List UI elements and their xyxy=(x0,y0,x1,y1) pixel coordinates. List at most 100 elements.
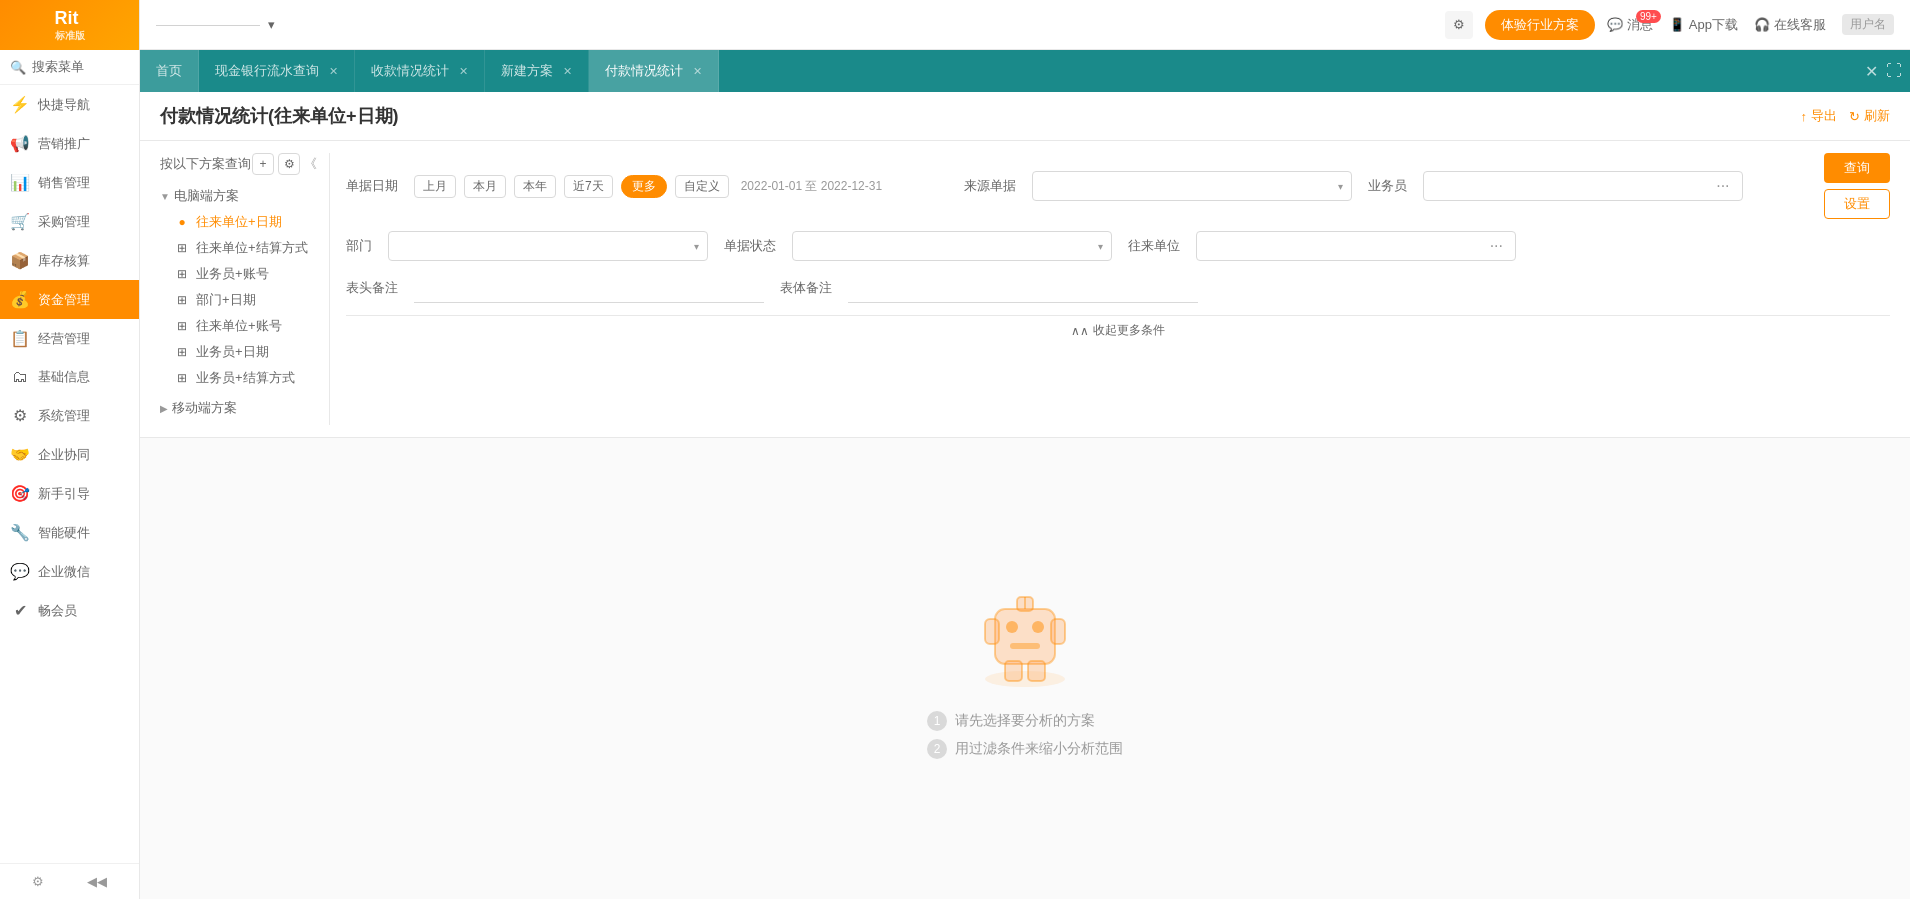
scheme-group-mobile: ▶移动端方案 xyxy=(160,395,317,421)
date-label: 单据日期 xyxy=(346,177,398,195)
empty-state: 1 请先选择要分析的方案 2 用过滤条件来缩小分析范围 xyxy=(140,438,1910,899)
chevron-up-icon: ∧∧ xyxy=(1071,324,1089,338)
source-select[interactable]: ▾ xyxy=(1032,171,1352,201)
scheme-group-title-desktop[interactable]: ▼电脑端方案 xyxy=(160,183,317,209)
salesman-select[interactable]: ··· xyxy=(1423,171,1743,201)
scheme-item-partner-date[interactable]: ●往来单位+日期 xyxy=(168,209,317,235)
message-btn[interactable]: 💬 消息 99+ xyxy=(1607,16,1653,34)
partner-select[interactable]: ··· xyxy=(1196,231,1516,261)
tab-home[interactable]: 首页 xyxy=(140,50,199,92)
scheme-item-partner-account[interactable]: ⊞往来单位+账号 xyxy=(168,313,317,339)
scheme-item-dept-date[interactable]: ⊞部门+日期 xyxy=(168,287,317,313)
basic-info-icon: 🗂 xyxy=(10,368,30,386)
tab-label-home: 首页 xyxy=(156,62,182,80)
sidebar-item-marketing[interactable]: 📢营销推广 xyxy=(0,124,139,163)
body-note-input[interactable] xyxy=(848,273,1198,303)
empty-illustration xyxy=(965,579,1085,699)
scheme-add-btn[interactable]: + xyxy=(252,153,274,175)
date-btn-last-month[interactable]: 上月 xyxy=(414,175,456,198)
dept-select[interactable]: ▾ xyxy=(388,231,708,261)
app-download-btn[interactable]: 📱 App下载 xyxy=(1669,16,1738,34)
tab-close-payment-detail[interactable]: ✕ xyxy=(693,65,702,78)
sidebar-label-purchase: 采购管理 xyxy=(38,213,90,231)
sidebar-item-hardware[interactable]: 🔧智能硬件 xyxy=(0,513,139,552)
sidebar-label-finance: 资金管理 xyxy=(38,291,90,309)
guide-icon: 🎯 xyxy=(10,484,30,503)
tab-close-all-btn[interactable]: ✕ xyxy=(1865,62,1878,81)
sidebar-item-purchase[interactable]: 🛒采购管理 xyxy=(0,202,139,241)
date-btn-more[interactable]: 更多 xyxy=(621,175,667,198)
sidebar-label-guide: 新手引导 xyxy=(38,485,90,503)
tab-expand-btn[interactable]: ⛶ xyxy=(1886,62,1902,80)
scheme-group-title-mobile[interactable]: ▶移动端方案 xyxy=(160,395,317,421)
collapse-more-btn[interactable]: ∧∧ 收起更多条件 xyxy=(346,315,1890,345)
date-options: 上月 本月 本年 近7天 更多 自定义 2022-01-01 至 2022-12… xyxy=(414,175,882,198)
filter-row-1: 单据日期 上月 本月 本年 近7天 更多 自定义 2022-01-01 至 20… xyxy=(346,153,1890,219)
sidebar-label-operation: 经营管理 xyxy=(38,330,90,348)
operation-icon: 📋 xyxy=(10,329,30,348)
enterprise-icon: 🤝 xyxy=(10,445,30,464)
collapse-icon[interactable]: ◀◀ xyxy=(87,874,107,889)
sidebar-item-enterprise[interactable]: 🤝企业协同 xyxy=(0,435,139,474)
sidebar-item-finance[interactable]: 💰资金管理 xyxy=(0,280,139,319)
scheme-item-salesman-account[interactable]: ⊞业务员+账号 xyxy=(168,261,317,287)
sidebar-item-sales[interactable]: 📊销售管理 xyxy=(0,163,139,202)
doc-status-select[interactable]: ▾ xyxy=(792,231,1112,261)
svg-rect-8 xyxy=(1010,643,1040,649)
tab-close-new-scheme[interactable]: ✕ xyxy=(563,65,572,78)
empty-tip-2: 2 用过滤条件来缩小分析范围 xyxy=(927,739,1123,759)
scheme-item-icon-partner-settle: ⊞ xyxy=(174,241,190,255)
sidebar-item-guide[interactable]: 🎯 新手引导 xyxy=(0,474,139,513)
tab-close-payment-stat[interactable]: ✕ xyxy=(459,65,468,78)
sidebar-item-wechat[interactable]: 💬企业微信 xyxy=(0,552,139,591)
logo-text: Rit xyxy=(55,8,85,29)
sidebar-item-quick-nav[interactable]: ⚡快捷导航 xyxy=(0,85,139,124)
scheme-item-partner-settle[interactable]: ⊞往来单位+结算方式 xyxy=(168,235,317,261)
marketing-icon: 📢 xyxy=(10,134,30,153)
sidebar-item-basic-info[interactable]: 🗂基础信息 xyxy=(0,358,139,396)
sidebar-item-system[interactable]: ⚙系统管理 xyxy=(0,396,139,435)
scheme-item-salesman-date[interactable]: ⊞业务员+日期 xyxy=(168,339,317,365)
service-btn[interactable]: 🎧 在线客服 xyxy=(1754,16,1826,34)
scheme-item-icon-partner-date: ● xyxy=(174,215,190,229)
sidebar-label-sales: 销售管理 xyxy=(38,174,90,192)
date-btn-this-year[interactable]: 本年 xyxy=(514,175,556,198)
user-avatar[interactable]: 用户名 xyxy=(1842,14,1894,35)
tab-new-scheme[interactable]: 新建方案✕ xyxy=(485,50,589,92)
salesman-ellipsis-icon: ··· xyxy=(1712,177,1733,195)
sidebar-item-inventory[interactable]: 📦库存核算 xyxy=(0,241,139,280)
tab-close-bank-flow[interactable]: ✕ xyxy=(329,65,338,78)
tab-payment-detail[interactable]: 付款情况统计✕ xyxy=(589,50,719,92)
svg-point-6 xyxy=(1006,621,1018,633)
scheme-collapse-btn[interactable]: 《 xyxy=(304,155,317,173)
filter-settings-btn[interactable]: 设置 xyxy=(1824,189,1890,219)
content-area: 付款情况统计(往来单位+日期) ↑ 导出 ↻ 刷新 按以下方案查询 xyxy=(140,92,1910,899)
export-btn[interactable]: ↑ 导出 xyxy=(1801,107,1838,125)
scheme-item-salesman-settle[interactable]: ⊞业务员+结算方式 xyxy=(168,365,317,391)
sidebar-label-inventory: 库存核算 xyxy=(38,252,90,270)
query-btn[interactable]: 查询 xyxy=(1824,153,1890,183)
refresh-btn[interactable]: ↻ 刷新 xyxy=(1849,107,1890,125)
topbar-dropdown[interactable]: ▾ xyxy=(268,17,275,32)
trial-btn[interactable]: 体验行业方案 xyxy=(1485,10,1595,40)
tab-payment-stat[interactable]: 收款情况统计✕ xyxy=(355,50,485,92)
sidebar: Rit 标准版 🔍 搜索菜单 ⚡快捷导航📢营销推广📊销售管理🛒采购管理📦库存核算… xyxy=(0,0,140,899)
date-btn-custom[interactable]: 自定义 xyxy=(675,175,729,198)
sidebar-item-operation[interactable]: 📋 经营管理 xyxy=(0,319,139,358)
hardware-icon: 🔧 xyxy=(10,523,30,542)
dept-arrow-icon: ▾ xyxy=(694,241,699,252)
service-icon: 🎧 xyxy=(1754,17,1770,32)
search-label: 搜索菜单 xyxy=(32,58,84,76)
settings-icon[interactable]: ⚙ xyxy=(32,874,44,889)
topbar-gear-btn[interactable]: ⚙ xyxy=(1445,11,1473,39)
date-btn-7days[interactable]: 近7天 xyxy=(564,175,613,198)
doc-status-label: 单据状态 xyxy=(724,237,776,255)
sidebar-item-member[interactable]: ✔畅会员 xyxy=(0,591,139,630)
tab-bank-flow[interactable]: 现金银行流水查询✕ xyxy=(199,50,355,92)
sidebar-search[interactable]: 🔍 搜索菜单 xyxy=(0,50,139,85)
scheme-item-icon-salesman-settle: ⊞ xyxy=(174,371,190,385)
header-note-input[interactable] xyxy=(414,273,764,303)
topbar: ———————— ▾ ⚙ 体验行业方案 💬 消息 99+ 📱 App下载 🎧 在… xyxy=(140,0,1910,50)
scheme-settings-btn[interactable]: ⚙ xyxy=(278,153,300,175)
date-btn-this-month[interactable]: 本月 xyxy=(464,175,506,198)
